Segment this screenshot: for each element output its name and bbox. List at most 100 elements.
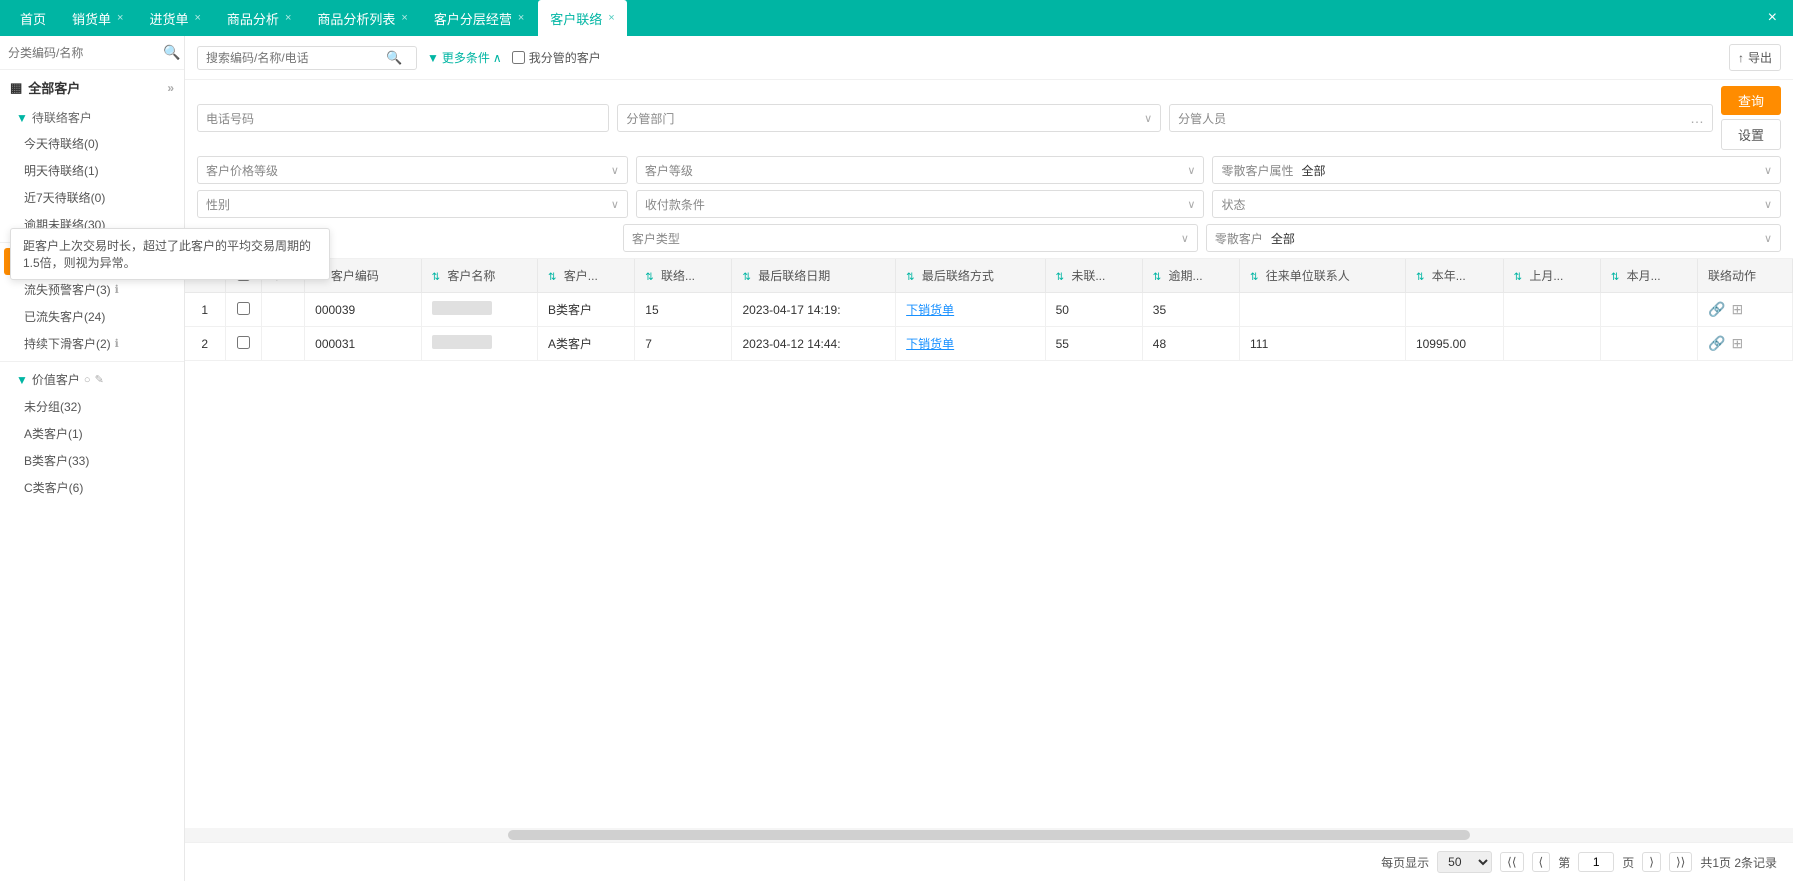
export-button[interactable]: ↑ 导出 [1729, 44, 1781, 71]
close-icon[interactable]: × [117, 12, 123, 24]
sidebar-all-customers[interactable]: ▦ 全部客户 » [0, 70, 184, 105]
chevron-down-icon: ∨ [1764, 164, 1772, 177]
action-link-icon[interactable]: 🔗 [1708, 301, 1725, 318]
nav-customer-tier[interactable]: 客户分层经营 × [422, 0, 536, 36]
cell-checkbox[interactable] [225, 327, 261, 361]
close-icon[interactable]: × [518, 12, 524, 24]
filter-dept[interactable]: 分管部门 ∨ [617, 104, 1161, 132]
sidebar-item-pre-lost[interactable]: 流失预警客户(3) ℹ [0, 276, 184, 303]
per-page-select[interactable]: 50 100 200 [1437, 851, 1492, 873]
col-this-year[interactable]: ⇅ 本年... [1405, 259, 1503, 293]
scrollbar-thumb[interactable] [508, 830, 1470, 840]
filter-phone[interactable]: 电话号码 [197, 104, 609, 132]
cell-contact-count: 15 [635, 293, 732, 327]
col-last-month[interactable]: ⇅ 上月... [1503, 259, 1600, 293]
sidebar-item-grade-c[interactable]: C类客户(6) [0, 474, 184, 501]
col-this-month[interactable]: ⇅ 本月... [1600, 259, 1697, 293]
sidebar-item-declining[interactable]: 持续下滑客户(2) ℹ [0, 330, 184, 357]
col-last-contact-method[interactable]: ⇅ 最后联络方式 [896, 259, 1045, 293]
nav-purchase-order[interactable]: 进货单 × [137, 0, 212, 36]
export-icon: ↑ [1738, 51, 1744, 65]
my-customers-checkbox[interactable] [512, 51, 525, 64]
sidebar-group-value[interactable]: ▼ 价值客户 ○ ✎ [0, 366, 184, 393]
col-overdue[interactable]: ⇅ 逾期... [1142, 259, 1239, 293]
col-actions: 联络动作 [1698, 259, 1793, 293]
nav-product-analysis[interactable]: 商品分析 × [215, 0, 303, 36]
search-input[interactable] [206, 51, 386, 65]
filter-price-grade[interactable]: 客户价格等级 ∨ [197, 156, 628, 184]
main-layout: 🔍 ▦ 全部客户 » ▼ 待联络客户 今天待联络(0) 明天待联络(1) 近7天… [0, 36, 1793, 881]
sidebar-item-grade-a[interactable]: A类客户(1) [0, 420, 184, 447]
chevron-down-icon: ∨ [611, 198, 619, 211]
nav-customer-contact[interactable]: 客户联络 × [538, 0, 626, 36]
filter-retail-attr[interactable]: 零散客户属性 全部 ∨ [1212, 156, 1781, 184]
sidebar-item-7days[interactable]: 近7天待联络(0) [0, 184, 184, 211]
close-icon[interactable]: × [401, 12, 407, 24]
page-number-input[interactable] [1578, 852, 1614, 872]
cell-last-contact-method[interactable]: 下销货单 [896, 293, 1045, 327]
cell-this-year [1405, 293, 1503, 327]
table-wrapper: ⚙ ⇅ 客户编码 ⇅ 客户名称 ⇅ 客户... [185, 259, 1793, 828]
search-field[interactable]: 🔍 [197, 46, 417, 70]
edit-icon[interactable]: ○ [84, 374, 91, 386]
col-uncontacted[interactable]: ⇅ 未联... [1045, 259, 1142, 293]
action-link-icon[interactable]: 🔗 [1708, 335, 1725, 352]
row-checkbox[interactable] [237, 336, 250, 349]
close-icon[interactable]: × [194, 12, 200, 24]
filter-gender[interactable]: 性别 ∨ [197, 190, 628, 218]
cell-checkbox[interactable] [225, 293, 261, 327]
last-page-button[interactable]: ⟩⟩ [1669, 852, 1692, 872]
cell-settings [261, 293, 305, 327]
horizontal-scrollbar[interactable] [185, 828, 1793, 842]
chevron-down-icon: ∨ [1144, 112, 1152, 125]
next-page-button[interactable]: ⟩ [1642, 852, 1661, 872]
close-icon[interactable]: × [285, 12, 291, 24]
filter-status[interactable]: 状态 ∨ [1212, 190, 1781, 218]
filter-customer-grade[interactable]: 客户等级 ∨ [636, 156, 1205, 184]
col-customer-name[interactable]: ⇅ 客户名称 [421, 259, 537, 293]
filter-manager[interactable]: 分管人员 … [1169, 104, 1713, 132]
prev-page-button[interactable]: ⟨ [1532, 852, 1551, 872]
cell-category: B类客户 [538, 293, 635, 327]
actions-container: 🔗 ⊞ [1708, 335, 1782, 352]
more-conditions-button[interactable]: ▼ 更多条件 ∧ [427, 49, 502, 66]
sort-icon: ⇅ [1250, 272, 1258, 283]
page-suffix-label: 页 [1622, 854, 1634, 871]
nav-sales-order[interactable]: 销货单 × [60, 0, 135, 36]
col-last-contact-date[interactable]: ⇅ 最后联络日期 [732, 259, 896, 293]
action-grid-icon[interactable]: ⊞ [1731, 301, 1743, 318]
col-category[interactable]: ⇅ 客户... [538, 259, 635, 293]
nav-home[interactable]: 首页 [8, 0, 58, 36]
sidebar-item-ungrouped[interactable]: 未分组(32) [0, 393, 184, 420]
customers-icon: ▦ [10, 80, 22, 96]
sidebar-search-bar[interactable]: 🔍 [0, 36, 184, 70]
search-icon: 🔍 [163, 44, 180, 61]
action-grid-icon[interactable]: ⊞ [1731, 335, 1743, 352]
col-unit-contact[interactable]: ⇅ 往来单位联系人 [1240, 259, 1406, 293]
query-button[interactable]: 查询 [1721, 86, 1781, 115]
row-checkbox[interactable] [237, 302, 250, 315]
window-close-button[interactable]: × [1760, 9, 1785, 27]
more-icon[interactable]: … [1690, 110, 1704, 126]
sidebar-item-grade-b[interactable]: B类客户(33) [0, 447, 184, 474]
cell-unit-contact [1240, 293, 1406, 327]
first-page-button[interactable]: ⟨⟨ [1500, 852, 1523, 872]
sidebar-search-input[interactable] [8, 46, 163, 60]
my-customers-checkbox-area[interactable]: 我分管的客户 [512, 49, 601, 66]
sidebar-item-tomorrow[interactable]: 明天待联络(1) [0, 157, 184, 184]
sidebar-group-pending[interactable]: ▼ 待联络客户 [0, 105, 184, 130]
col-contact-count[interactable]: ⇅ 联络... [635, 259, 732, 293]
nav-product-analysis-list[interactable]: 商品分析列表 × [305, 0, 419, 36]
filter-customer-type[interactable]: 客户类型 ∨ [623, 224, 1198, 252]
cell-actions: 🔗 ⊞ [1698, 327, 1793, 361]
sidebar-item-today[interactable]: 今天待联络(0) [0, 130, 184, 157]
close-icon[interactable]: × [608, 12, 614, 24]
filter-payment[interactable]: 收付款条件 ∨ [636, 190, 1205, 218]
filter-retail-customer[interactable]: 零散客户 全部 ∨ [1206, 224, 1781, 252]
sort-icon: ⇅ [906, 272, 914, 283]
cell-this-month [1600, 293, 1697, 327]
edit2-icon[interactable]: ✎ [95, 373, 104, 386]
settings-button[interactable]: 设置 [1721, 119, 1781, 150]
cell-last-contact-method[interactable]: 下销货单 [896, 327, 1045, 361]
sidebar-item-lost[interactable]: 已流失客户(24) [0, 303, 184, 330]
